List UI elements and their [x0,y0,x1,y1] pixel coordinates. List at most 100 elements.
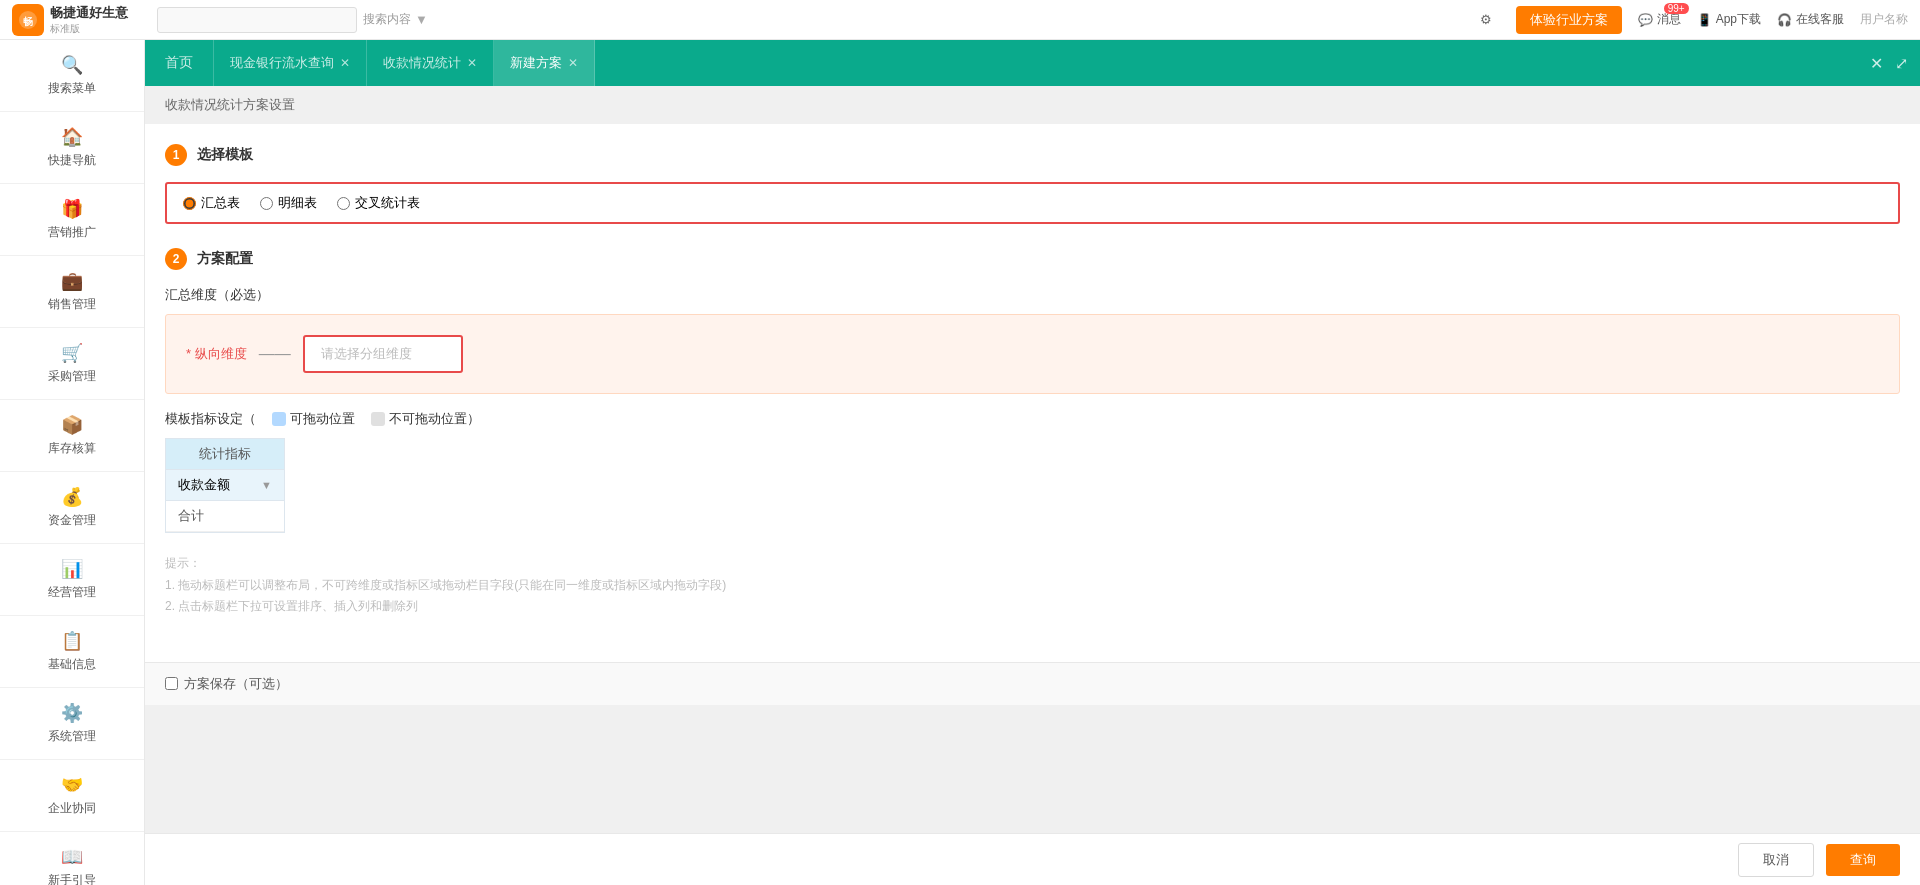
radio-cross[interactable]: 交叉统计表 [337,194,420,212]
footer-section: 方案保存（可选） [145,662,1920,705]
sidebar-item-search[interactable]: 🔍 搜索菜单 [0,40,144,112]
inventory-icon: 📦 [61,414,83,436]
tab-collection-close[interactable]: ✕ [467,56,477,70]
tab-bank-label: 现金银行流水查询 [230,54,334,72]
tab-collection-label: 收款情况统计 [383,54,461,72]
step1-section: 1 选择模板 汇总表 明细表 [165,144,1900,224]
message-icon: 💬 [1638,13,1653,27]
sidebar-item-finance[interactable]: 💰 资金管理 [0,472,144,544]
save-label: 方案保存（可选） [184,675,288,693]
user-name[interactable]: 用户名称 [1860,11,1908,28]
sidebar-item-marketing[interactable]: 🎁 营销推广 [0,184,144,256]
sidebar-item-system[interactable]: ⚙️ 系统管理 [0,688,144,760]
non-draggable-badge: 不可拖动位置） [371,410,480,428]
summary-dimension-section: 汇总维度（必选） * 纵向维度 —— 请选择分组维度 [165,286,1900,394]
dimension-area: * 纵向维度 —— 请选择分组维度 [165,314,1900,394]
sidebar-label-purchase: 采购管理 [48,368,96,385]
radio-summary[interactable]: 汇总表 [183,194,240,212]
dimension-placeholder: 请选择分组维度 [321,346,412,361]
page-content: 收款情况统计方案设置 1 选择模板 汇总表 [145,86,1920,833]
tab-bank[interactable]: 现金银行流水查询 ✕ [214,40,367,86]
sidebar-item-home[interactable]: 🏠 快捷导航 [0,112,144,184]
sidebar-item-management[interactable]: 📊 经营管理 [0,544,144,616]
draggable-badge: 可拖动位置 [272,410,355,428]
sidebar-item-purchase[interactable]: 🛒 采购管理 [0,328,144,400]
bottom-bar: 取消 查询 [145,833,1920,885]
tab-bar: 首页 现金银行流水查询 ✕ 收款情况统计 ✕ 新建方案 ✕ ✕ ⤢ [145,40,1920,86]
metrics-column-header[interactable]: 收款金额 ▼ [166,470,284,501]
finance-icon: 💰 [61,486,83,508]
tip1: 1. 拖动标题栏可以调整布局，不可跨维度或指标区域拖动栏目字段(只能在同一维度或… [165,575,1900,597]
content-area: 首页 现金银行流水查询 ✕ 收款情况统计 ✕ 新建方案 ✕ ✕ ⤢ 收款情况统计… [145,40,1920,885]
sidebar-item-basic[interactable]: 📋 基础信息 [0,616,144,688]
dimension-row: * 纵向维度 —— 请选择分组维度 [186,335,1879,373]
top-search: 搜索内容 ▼ [157,7,1472,33]
tip-prefix: 提示： [165,553,1900,575]
trial-button[interactable]: 体验行业方案 [1516,6,1622,34]
radio-summary-label: 汇总表 [201,194,240,212]
metrics-cell-total: 合计 [166,501,284,532]
chevron-down-icon[interactable]: ▼ [415,12,428,27]
search-input[interactable] [157,7,357,33]
tab-collection[interactable]: 收款情况统计 ✕ [367,40,494,86]
draggable-dot [272,412,286,426]
svg-text:畅: 畅 [23,16,33,27]
step1-num: 1 [165,144,187,166]
step2-num: 2 [165,248,187,270]
tip2: 2. 点击标题栏下拉可设置排序、插入列和删除列 [165,596,1900,618]
sidebar-label-search: 搜索菜单 [48,80,96,97]
message-button[interactable]: 💬 消息 99+ [1638,11,1681,28]
non-draggable-label: 不可拖动位置） [389,410,480,428]
gear-button[interactable]: ⚙ [1472,6,1500,34]
main-layout: 🔍 搜索菜单 🏠 快捷导航 🎁 营销推广 💼 销售管理 🛒 采购管理 📦 库存核… [0,40,1920,885]
tab-new-plan[interactable]: 新建方案 ✕ [494,40,595,86]
step2-title: 方案配置 [197,250,253,268]
search-placeholder: 搜索内容 [363,11,411,28]
metrics-section: 模板指标设定（ 可拖动位置 不可拖动位置） [165,410,1900,618]
tab-home[interactable]: 首页 [145,40,214,86]
sidebar-label-home: 快捷导航 [48,152,96,169]
sidebar-item-guide[interactable]: 📖 新手引导 [0,832,144,885]
dropdown-arrow-icon: ▼ [261,479,272,491]
metrics-table-container: 统计指标 收款金额 ▼ 合计 [165,438,1900,533]
metrics-section-label: 统计指标 [199,446,251,461]
non-draggable-dot [371,412,385,426]
radio-summary-input[interactable] [183,197,196,210]
home-icon: 🏠 [61,126,83,148]
tab-new-plan-close[interactable]: ✕ [568,56,578,70]
tab-bar-actions: ✕ ⤢ [1858,40,1920,86]
radio-detail-input[interactable] [260,197,273,210]
sidebar-label-guide: 新手引导 [48,872,96,885]
save-checkbox[interactable] [165,677,178,690]
system-icon: ⚙️ [61,702,83,724]
close-tab-action[interactable]: ✕ [1870,54,1883,73]
download-button[interactable]: 📱 App下载 [1697,11,1761,28]
radio-detail[interactable]: 明细表 [260,194,317,212]
service-label: 在线客服 [1796,11,1844,28]
radio-cross-input[interactable] [337,197,350,210]
sidebar-label-management: 经营管理 [48,584,96,601]
dimension-select[interactable]: 请选择分组维度 [303,335,463,373]
query-button[interactable]: 查询 [1826,844,1900,876]
management-icon: 📊 [61,558,83,580]
metrics-cell-label: 合计 [178,508,204,523]
tab-bank-close[interactable]: ✕ [340,56,350,70]
logo-text: 畅捷通好生意 [50,4,128,22]
sidebar-item-cooperation[interactable]: 🤝 企业协同 [0,760,144,832]
marketing-icon: 🎁 [61,198,83,220]
sidebar-item-inventory[interactable]: 📦 库存核算 [0,400,144,472]
summary-dimension-title-text: 汇总维度（必选） [165,287,269,302]
logo-icon: 畅 [12,4,44,36]
metrics-title-text: 模板指标设定（ [165,410,256,428]
sidebar-label-sales: 销售管理 [48,296,96,313]
save-option[interactable]: 方案保存（可选） [165,675,288,693]
cancel-button[interactable]: 取消 [1738,843,1814,877]
purchase-icon: 🛒 [61,342,83,364]
step1-title: 选择模板 [197,146,253,164]
sidebar-item-sales[interactable]: 💼 销售管理 [0,256,144,328]
sidebar-label-finance: 资金管理 [48,512,96,529]
service-button[interactable]: 🎧 在线客服 [1777,11,1844,28]
sidebar-label-cooperation: 企业协同 [48,800,96,817]
maximize-tab-action[interactable]: ⤢ [1895,54,1908,73]
top-bar: 畅 畅捷通好生意 标准版 搜索内容 ▼ ⚙ 体验行业方案 💬 消息 99+ 📱 … [0,0,1920,40]
